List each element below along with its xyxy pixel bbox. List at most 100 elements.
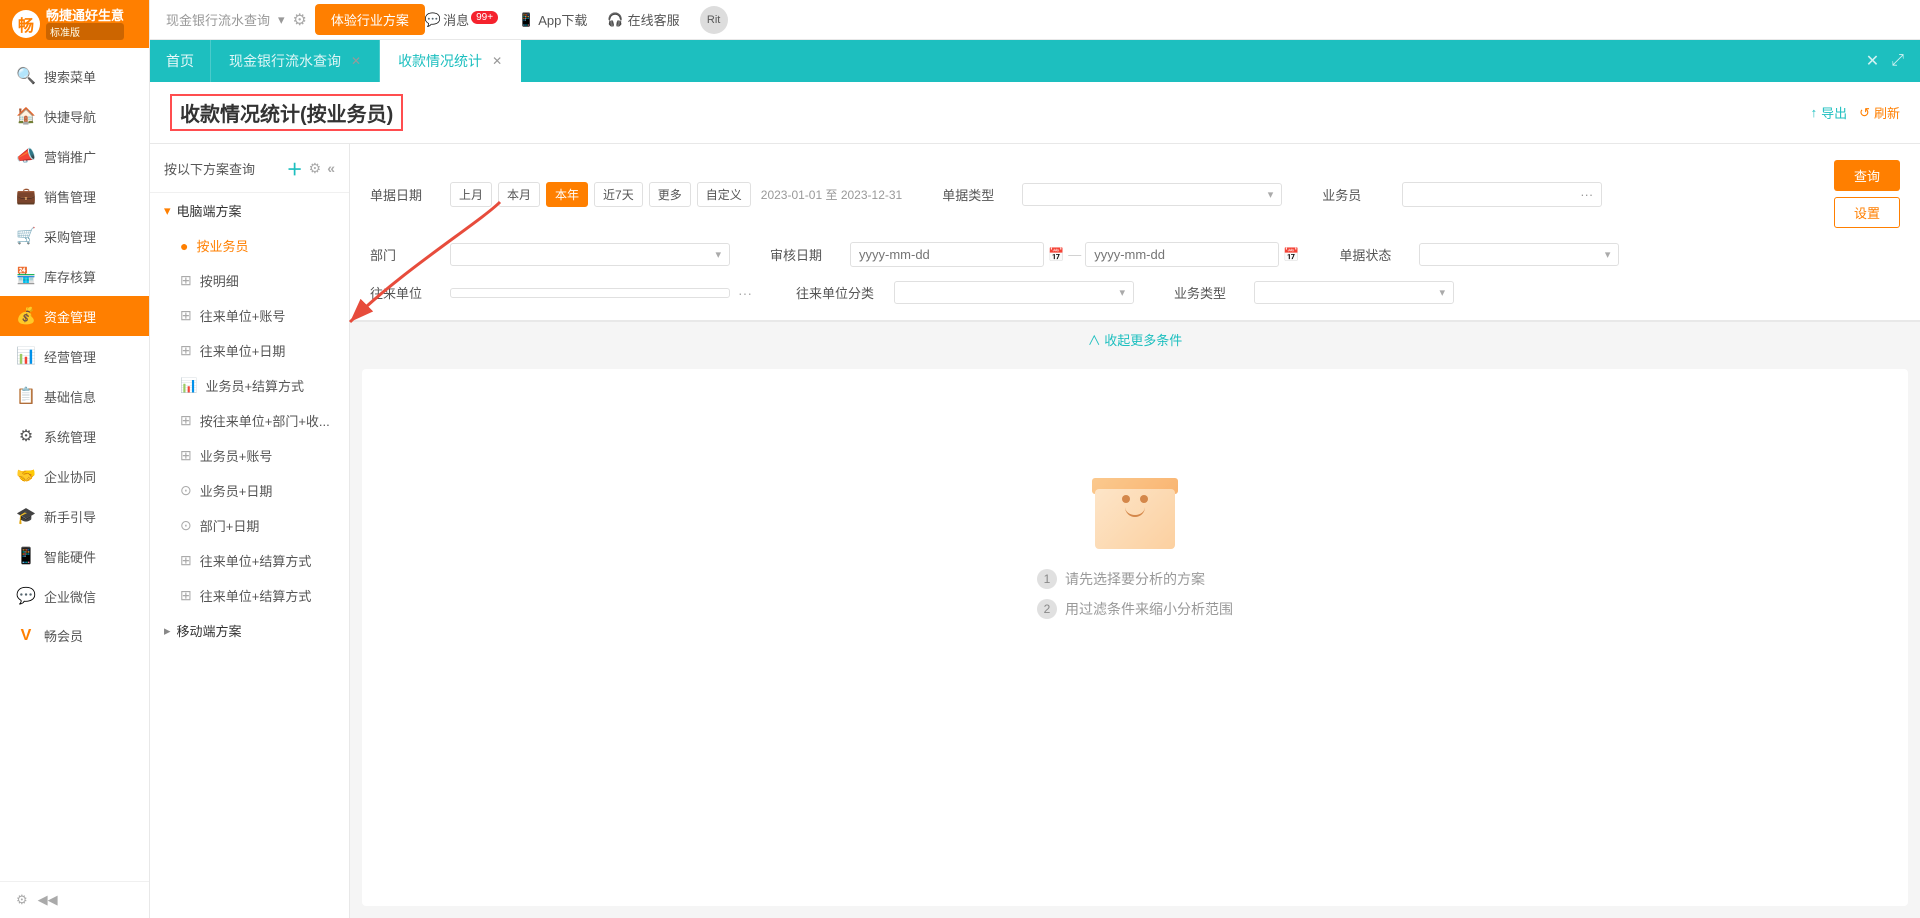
- hint-item-1: 1 请先选择要分析的方案: [1037, 569, 1205, 589]
- sd-plan-icon: ⊙: [180, 482, 192, 499]
- voucher-status-select[interactable]: ▾: [1419, 243, 1619, 266]
- plan-by-detail[interactable]: ⊞ 按明细: [150, 263, 349, 298]
- collapse-panel-icon[interactable]: «: [327, 160, 335, 176]
- search-icon: 🔍: [16, 66, 36, 86]
- sidebar-item-search[interactable]: 🔍 搜索菜单: [0, 56, 149, 96]
- this-year-btn[interactable]: 本年: [546, 182, 588, 207]
- ss-plan-icon: 📊: [180, 377, 197, 394]
- warehouse-icon: 🏪: [16, 266, 36, 286]
- business-type-arrow: ▾: [1439, 286, 1445, 299]
- plan-counterpart-date[interactable]: ⊞ 往来单位+日期: [150, 333, 349, 368]
- tab-home[interactable]: 首页: [150, 40, 211, 82]
- filter-actions: 查询 设置: [1834, 160, 1900, 228]
- smart-hw-icon: 📱: [16, 546, 36, 566]
- tab-collection[interactable]: 收款情况统计 ✕: [380, 40, 521, 82]
- business-type-select[interactable]: ▾: [1254, 281, 1454, 304]
- sidebar-item-smart-hw[interactable]: 📱 智能硬件: [0, 536, 149, 576]
- voucher-type-select[interactable]: ▾: [1022, 183, 1282, 206]
- desktop-plan-group[interactable]: ▾ 电脑端方案: [150, 193, 349, 228]
- collapse-sidebar-icon[interactable]: ◀◀: [38, 892, 58, 908]
- salesperson-label: 业务员: [1322, 185, 1382, 204]
- plan-by-salesperson[interactable]: ● 按业务员: [150, 228, 349, 263]
- sidebar-item-marketing[interactable]: 📣 营销推广: [0, 136, 149, 176]
- online-service-area[interactable]: 🎧 在线客服: [607, 10, 679, 29]
- tab-bank[interactable]: 现金银行流水查询 ✕: [211, 40, 380, 82]
- user-area[interactable]: Rit: [700, 6, 728, 34]
- business-icon: 📊: [16, 346, 36, 366]
- sidebar-item-basic-info[interactable]: 📋 基础信息: [0, 376, 149, 416]
- counterpart-category-select[interactable]: ▾: [894, 281, 1134, 304]
- sidebar-item-purchase[interactable]: 🛒 采购管理: [0, 216, 149, 256]
- review-date-from[interactable]: [850, 242, 1044, 267]
- message-area[interactable]: 💬 消息 99+: [425, 10, 498, 29]
- sidebar-item-sales[interactable]: 💼 销售管理: [0, 176, 149, 216]
- more-btn[interactable]: 更多: [649, 182, 691, 207]
- plan-dept-date[interactable]: ⊙ 部门+日期: [150, 508, 349, 543]
- dropdown-icon[interactable]: ▾: [278, 12, 285, 28]
- plan-counterpart-settlement2[interactable]: ⊞ 往来单位+结算方式: [150, 578, 349, 613]
- filter-row-3: 往来单位 ··· 往来单位分类 ▾ 业务类型: [370, 281, 1900, 304]
- filter-row-1: 单据日期 上月 本月 本年 近7天 更多 自定义 2023-01-01 至 20…: [370, 160, 1900, 228]
- left-panel: 按以下方案查询 ＋ ⚙ «: [150, 144, 350, 918]
- message-badge: 99+: [471, 11, 498, 24]
- left-panel-header: 按以下方案查询 ＋ ⚙ «: [150, 144, 349, 193]
- sidebar-item-business[interactable]: 📊 经营管理: [0, 336, 149, 376]
- add-scheme-icon[interactable]: ＋: [287, 156, 303, 180]
- sidebar-item-warehouse[interactable]: 🏪 库存核算: [0, 256, 149, 296]
- mobile-expand-icon: ▸: [164, 623, 171, 639]
- sidebar-item-guide[interactable]: 🎓 新手引导: [0, 496, 149, 536]
- tab-bar-right: ✕ ⤢: [1866, 51, 1920, 71]
- dept-arrow: ▾: [715, 248, 721, 261]
- sidebar-item-quick-nav[interactable]: 🏠 快捷导航: [0, 96, 149, 136]
- cs2-plan-icon: ⊞: [180, 587, 192, 604]
- logo-area: 畅 畅捷通好生意 标准版: [0, 0, 149, 48]
- message-label: 消息: [443, 10, 469, 29]
- sidebar-item-finance[interactable]: 💰 资金管理: [0, 296, 149, 336]
- export-button[interactable]: ↑ 导出: [1811, 103, 1848, 122]
- tab-close-all-icon[interactable]: ✕: [1866, 51, 1879, 71]
- enterprise-icon: 🤝: [16, 466, 36, 486]
- review-date-to[interactable]: [1085, 242, 1279, 267]
- date-label: 单据日期: [370, 185, 430, 204]
- query-button[interactable]: 查询: [1834, 160, 1900, 191]
- this-month-btn[interactable]: 本月: [498, 182, 540, 207]
- page-actions: ↑ 导出 ↺ 刷新: [1811, 103, 1900, 122]
- user-avatar: Rit: [700, 6, 728, 34]
- tab-bank-close[interactable]: ✕: [351, 54, 361, 68]
- settings-button[interactable]: 设置: [1834, 197, 1900, 228]
- last-month-btn[interactable]: 上月: [450, 182, 492, 207]
- scheme-settings-icon[interactable]: ⚙: [309, 160, 322, 177]
- settings-topbar-icon[interactable]: ⚙: [293, 10, 307, 30]
- plan-counterpart-account[interactable]: ⊞ 往来单位+账号: [150, 298, 349, 333]
- plan-counterpart-settlement1[interactable]: ⊞ 往来单位+结算方式: [150, 543, 349, 578]
- plan-counterpart-dept[interactable]: ⊞ 按往来单位+部门+收...: [150, 403, 349, 438]
- calendar-to-icon[interactable]: 📅: [1283, 247, 1299, 263]
- plan-salesperson-settlement[interactable]: 📊 业务员+结算方式: [150, 368, 349, 403]
- plan-salesperson-date[interactable]: ⊙ 业务员+日期: [150, 473, 349, 508]
- settings-bottom-icon[interactable]: ⚙: [16, 892, 28, 908]
- collapse-bar[interactable]: ∧ 收起更多条件: [350, 321, 1920, 357]
- mobile-plan-group[interactable]: ▸ 移动端方案: [150, 613, 349, 648]
- mobile-plan-label: 移动端方案: [177, 621, 242, 640]
- export-icon: ↑: [1811, 105, 1818, 120]
- trial-industry-btn[interactable]: 体验行业方案: [315, 4, 425, 35]
- refresh-button[interactable]: ↺ 刷新: [1859, 103, 1900, 122]
- dept-select[interactable]: ▾: [450, 243, 730, 266]
- sidebar-item-system[interactable]: ⚙ 系统管理: [0, 416, 149, 456]
- sidebar-item-wechat[interactable]: 💬 企业微信: [0, 576, 149, 616]
- counterpart-select[interactable]: [450, 288, 730, 298]
- tab-expand-icon[interactable]: ⤢: [1891, 52, 1904, 70]
- tab-collection-close[interactable]: ✕: [492, 54, 502, 68]
- last-7-btn[interactable]: 近7天: [594, 182, 643, 207]
- voucher-type-label: 单据类型: [942, 185, 1002, 204]
- app-download-area[interactable]: 📱 App下载: [518, 10, 587, 29]
- sidebar-item-member[interactable]: V 畅会员: [0, 616, 149, 655]
- sidebar-item-enterprise[interactable]: 🤝 企业协同: [0, 456, 149, 496]
- counterpart-ellipsis[interactable]: ···: [738, 285, 752, 301]
- custom-btn[interactable]: 自定义: [697, 182, 751, 207]
- logo-text: 畅捷通好生意: [46, 8, 124, 24]
- plan-salesperson-account[interactable]: ⊞ 业务员+账号: [150, 438, 349, 473]
- salesperson-select[interactable]: ···: [1402, 182, 1602, 207]
- ca-plan-icon: ⊞: [180, 307, 192, 324]
- calendar-from-icon[interactable]: 📅: [1048, 247, 1064, 263]
